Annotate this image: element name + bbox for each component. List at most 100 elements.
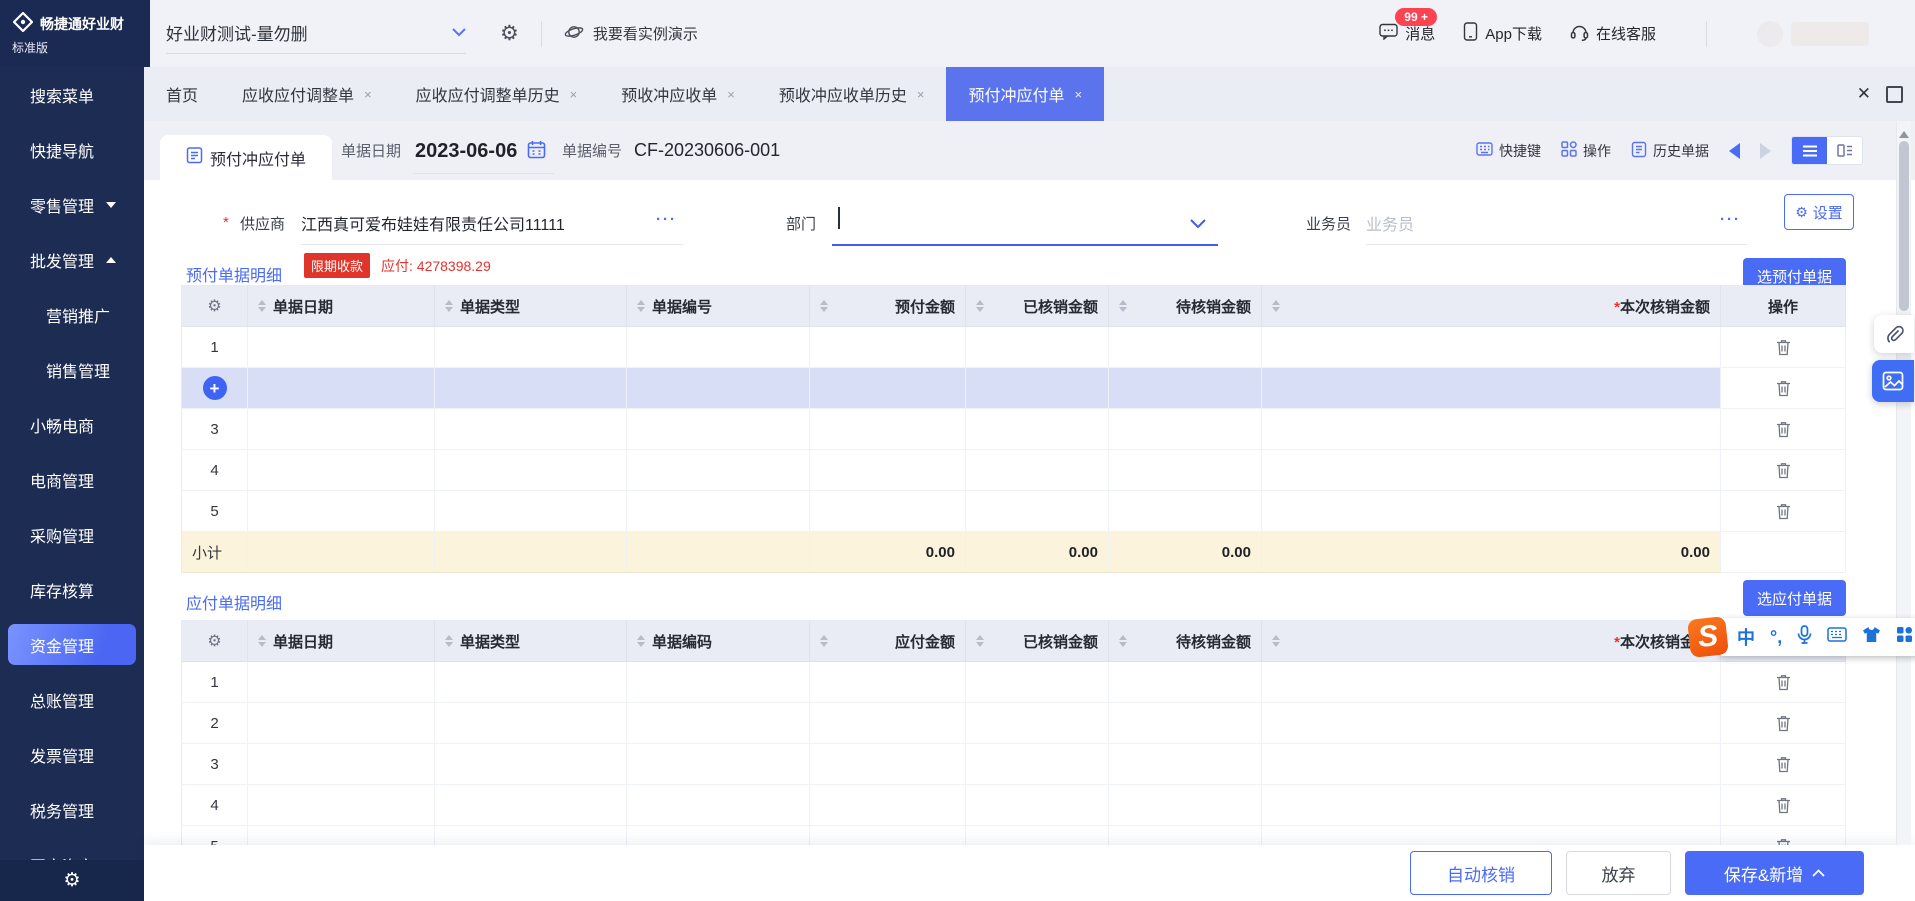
sidebar-item-3[interactable]: 批发管理 [0,232,144,287]
cell[interactable] [965,702,1109,744]
ime-language-mode[interactable]: 中 [1737,624,1755,650]
ime-punctuation-mode[interactable]: °, [1770,627,1782,648]
add-row-button[interactable]: + [202,376,227,400]
sort-icon[interactable] [1119,300,1127,312]
cell[interactable] [965,449,1109,491]
sort-icon[interactable] [637,635,645,647]
auto-verify-button[interactable]: 自动核销 [1410,851,1552,895]
user-account[interactable] [1757,20,1869,47]
sidebar-item-1[interactable]: 快捷导航 [0,122,144,177]
skin-shirt-icon[interactable] [1862,626,1881,648]
cell[interactable] [1261,743,1721,785]
sort-icon[interactable] [820,635,828,647]
cell[interactable] [1108,408,1262,450]
cell[interactable] [965,661,1109,703]
sort-icon[interactable] [976,635,984,647]
cell[interactable] [247,702,435,744]
close-icon[interactable]: ✕ [1857,84,1871,104]
cell[interactable] [1261,326,1721,368]
sidebar-item-11[interactable]: 总账管理 [0,672,144,727]
sidebar-item-10[interactable]: 资金管理 [0,617,144,672]
shortcut-keys-button[interactable]: 快捷键 [1476,141,1541,161]
sidebar-item-12[interactable]: 发票管理 [0,727,144,782]
sort-icon[interactable] [1119,635,1127,647]
sidebar-item-2[interactable]: 零售管理 [0,177,144,232]
cell[interactable] [247,743,435,785]
tab-0[interactable]: 首页 [144,67,220,121]
cell[interactable] [809,784,966,826]
sort-icon[interactable] [976,300,984,312]
cell[interactable] [434,661,627,703]
gear-icon[interactable]: ⚙ [500,21,519,46]
tab-close-icon[interactable]: × [364,87,372,102]
cell[interactable] [965,367,1109,409]
cell[interactable] [1261,367,1721,409]
sidebar-item-6[interactable]: 小畅电商 [0,397,144,452]
tab-4[interactable]: 预收冲应收单历史 × [757,67,947,121]
select-payable-docs-button[interactable]: 选应付单据 [1743,580,1846,616]
attachment-panel-button[interactable] [1874,315,1914,353]
cell[interactable] [626,661,810,703]
sort-icon[interactable] [445,300,453,312]
sort-icon[interactable] [258,300,266,312]
cell[interactable] [434,825,627,845]
sidebar-item-9[interactable]: 库存核算 [0,562,144,617]
tab-3[interactable]: 预收冲应收单 × [599,67,757,121]
tab-5[interactable]: 预付冲应付单 × [946,67,1105,121]
sidebar-item-0[interactable]: 搜索菜单 [0,67,144,122]
sort-icon[interactable] [445,635,453,647]
sidebar-item-8[interactable]: 采购管理 [0,507,144,562]
list-view-button[interactable] [1792,137,1827,164]
vertical-scrollbar[interactable] [1896,121,1911,845]
sort-icon[interactable] [1272,300,1280,312]
cell[interactable] [626,743,810,785]
cell[interactable] [434,702,627,744]
cell[interactable] [247,367,435,409]
cell[interactable] [626,825,810,845]
cell[interactable] [247,661,435,703]
cell[interactable] [809,490,966,532]
cell[interactable] [626,326,810,368]
cell[interactable] [626,784,810,826]
prev-document-arrow[interactable] [1729,142,1740,159]
column-settings-gear-icon[interactable]: ⚙ [192,296,237,316]
cell[interactable] [434,408,627,450]
cell[interactable] [247,825,435,845]
cell[interactable] [626,408,810,450]
cell[interactable] [965,743,1109,785]
sort-icon[interactable] [820,300,828,312]
scroll-up-arrow[interactable] [1899,126,1909,138]
history-documents-button[interactable]: 历史单据 [1631,141,1709,161]
cell[interactable] [1261,490,1721,532]
cell[interactable] [626,702,810,744]
supplier-value[interactable]: 江西真可爱布娃娃有限责任公司11111 [301,211,565,235]
cell[interactable] [809,702,966,744]
cell[interactable] [965,490,1109,532]
cell[interactable] [809,661,966,703]
delete-row-icon[interactable] [1776,838,1791,845]
card-view-button[interactable] [1827,137,1862,164]
cell[interactable] [1108,702,1262,744]
cell[interactable] [1261,825,1721,845]
image-panel-button[interactable] [1872,360,1914,402]
cell[interactable] [434,743,627,785]
cell[interactable] [247,326,435,368]
cell[interactable] [1108,490,1262,532]
cell[interactable] [965,408,1109,450]
operations-button[interactable]: 操作 [1561,141,1611,161]
scrollbar-thumb[interactable] [1899,141,1909,311]
app-download-button[interactable]: App下载 [1463,22,1542,45]
cell[interactable] [247,490,435,532]
tab-close-icon[interactable]: × [570,87,578,102]
delete-row-icon[interactable] [1776,462,1791,479]
cell[interactable] [434,326,627,368]
cell[interactable] [809,825,966,845]
discard-button[interactable]: 放弃 [1566,851,1671,895]
cell[interactable] [1108,326,1262,368]
sort-icon[interactable] [1272,635,1280,647]
sogou-logo-icon[interactable]: S [1687,616,1729,658]
cell[interactable] [1261,661,1721,703]
online-service-button[interactable]: 在线客服 [1570,23,1656,45]
cell[interactable] [1108,449,1262,491]
messages-button[interactable]: 99 + 消息 [1379,8,1437,44]
